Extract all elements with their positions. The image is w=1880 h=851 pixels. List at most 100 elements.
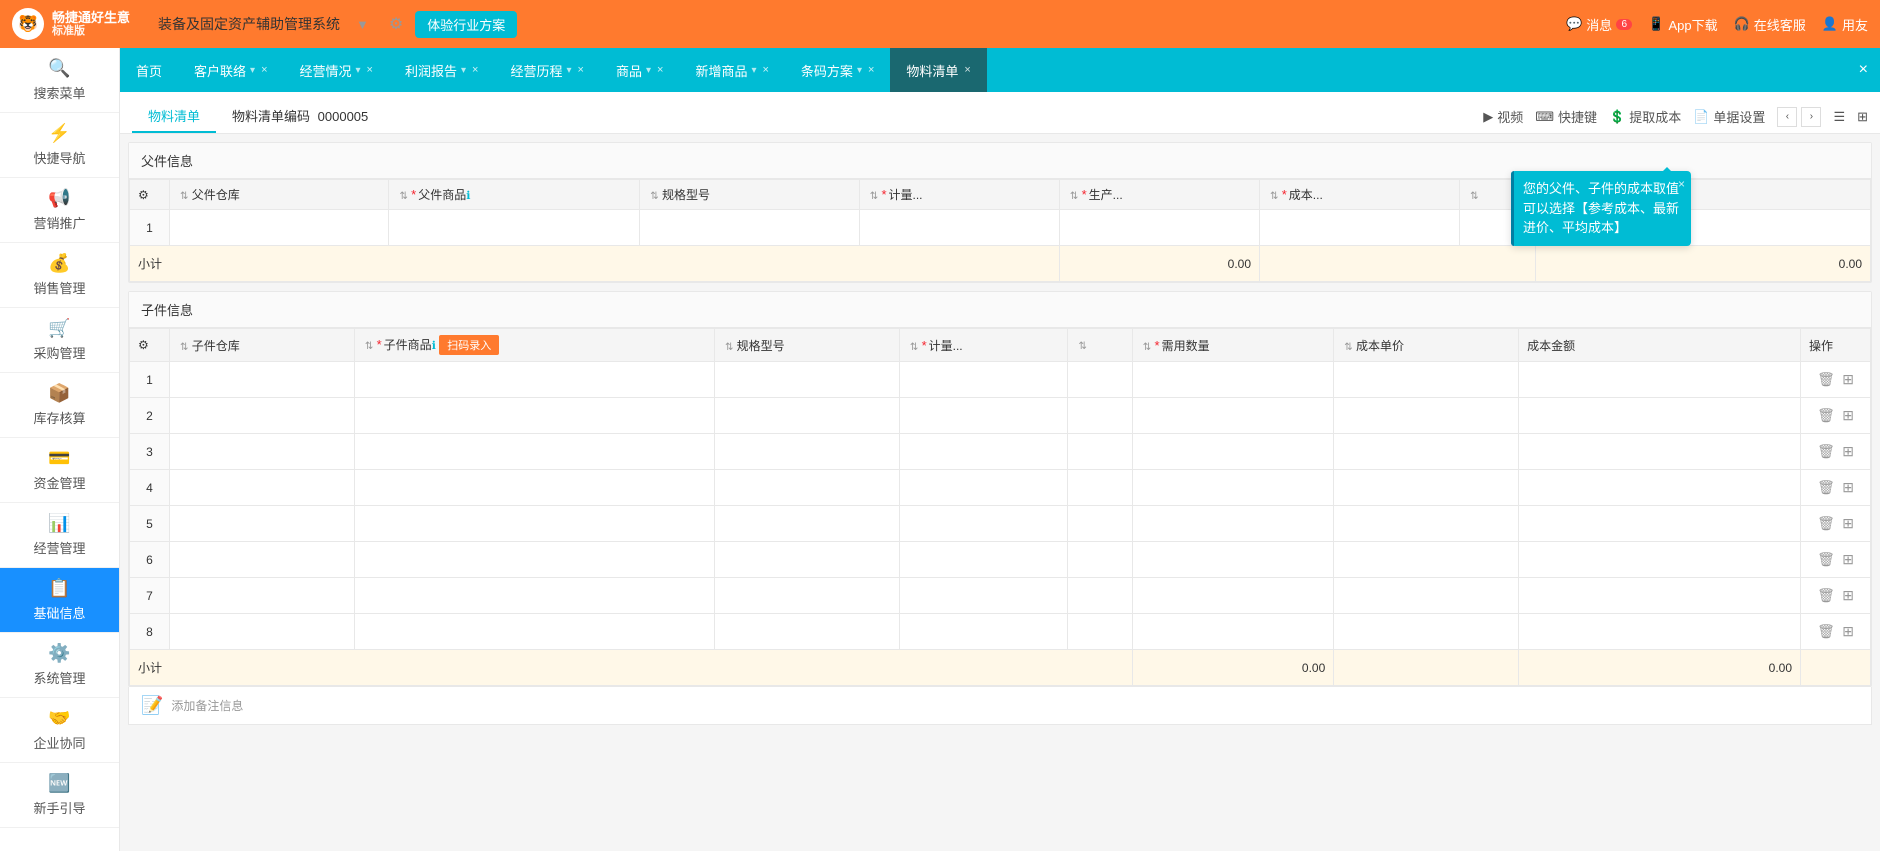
child-th-settings[interactable]: ⚙: [130, 329, 170, 362]
child-unit[interactable]: [899, 362, 1068, 398]
tab-close-icon[interactable]: ×: [578, 64, 584, 76]
th-settings[interactable]: ⚙: [130, 180, 170, 210]
tab-home[interactable]: 首页: [120, 48, 178, 92]
purchase-icon: 🛒: [48, 318, 70, 339]
sidebar-item-system[interactable]: ⚙️ 系统管理: [0, 633, 119, 698]
child-spec[interactable]: [714, 398, 899, 434]
parent-cost-cell[interactable]: [1260, 210, 1460, 246]
menu-view-action[interactable]: ☰: [1833, 109, 1845, 125]
delete-icon[interactable]: 🗑: [1817, 587, 1835, 603]
copy-icon[interactable]: ⊞: [1842, 623, 1854, 639]
delete-icon[interactable]: 🗑: [1817, 407, 1835, 423]
tab-new-goods[interactable]: 新增商品 ▾ ×: [679, 48, 784, 92]
child-warehouse[interactable]: [170, 398, 355, 434]
next-btn[interactable]: ›: [1801, 107, 1821, 127]
child-actions: 🗑 ⊞: [1801, 398, 1871, 434]
sidebar-item-search[interactable]: 🔍 搜索菜单: [0, 48, 119, 113]
tab-close-icon[interactable]: ×: [868, 64, 874, 76]
settings-icon: 📄: [1693, 109, 1709, 125]
window-close-btn[interactable]: ×: [1847, 61, 1880, 79]
copy-icon[interactable]: ⊞: [1842, 515, 1854, 531]
sidebar-item-quick-nav[interactable]: ⚡ 快捷导航: [0, 113, 119, 178]
delete-icon[interactable]: 🗑: [1817, 479, 1835, 495]
tooltip-close-btn[interactable]: ×: [1678, 175, 1685, 193]
online-service-btn[interactable]: 🎧 在线客服: [1734, 15, 1806, 34]
child-unit-cost[interactable]: [1334, 362, 1519, 398]
delete-icon[interactable]: 🗑: [1817, 551, 1835, 567]
sidebar-item-ops[interactable]: 📊 经营管理: [0, 503, 119, 568]
sidebar-item-sales[interactable]: 💰 销售管理: [0, 243, 119, 308]
scan-btn[interactable]: 扫码录入: [439, 335, 499, 355]
child-spec[interactable]: [714, 362, 899, 398]
tab-history[interactable]: 经营历程 ▾ ×: [494, 48, 599, 92]
tab-close-icon[interactable]: ×: [261, 64, 267, 76]
dropdown-icon[interactable]: ▼: [356, 17, 369, 32]
delete-icon[interactable]: 🗑: [1817, 515, 1835, 531]
bottom-add-text[interactable]: 添加备注信息: [171, 697, 243, 714]
sidebar-item-guide[interactable]: 🆕 新手引导: [0, 763, 119, 828]
delete-icon[interactable]: 🗑: [1817, 371, 1835, 387]
child-th-unit-cost: ⇅ 成本单价: [1334, 329, 1519, 362]
get-cost-action[interactable]: 💲 提取成本: [1609, 107, 1681, 126]
copy-icon[interactable]: ⊞: [1842, 587, 1854, 603]
prev-btn[interactable]: ‹: [1777, 107, 1797, 127]
child-unit-cost[interactable]: [1334, 398, 1519, 434]
sidebar-item-enterprise[interactable]: 🤝 企业协同: [0, 698, 119, 763]
copy-icon[interactable]: ⊞: [1842, 551, 1854, 567]
tab-customer[interactable]: 客户联络 ▾ ×: [178, 48, 283, 92]
th-parent-goods: ⇅ *父件商品ℹ: [389, 180, 640, 210]
copy-icon[interactable]: ⊞: [1842, 443, 1854, 459]
delete-icon[interactable]: 🗑: [1817, 443, 1835, 459]
settings-icon[interactable]: ⚙: [389, 14, 403, 34]
parent-unit-cell[interactable]: [859, 210, 1059, 246]
tab-barcode[interactable]: 条码方案 ▾ ×: [785, 48, 890, 92]
page-content: 物料清单 物料清单编码 0000005 ▶ 视频 ⌨ 快捷键 💲: [120, 92, 1880, 851]
tab-close-icon[interactable]: ×: [367, 64, 373, 76]
sidebar-item-purchase[interactable]: 🛒 采购管理: [0, 308, 119, 373]
messages-btn[interactable]: 💬 消息 6: [1566, 15, 1632, 34]
copy-icon[interactable]: ⊞: [1842, 407, 1854, 423]
child-extra[interactable]: [1068, 398, 1132, 434]
child-goods[interactable]: [354, 398, 714, 434]
sidebar-item-finance[interactable]: 💳 资金管理: [0, 438, 119, 503]
tooltip-text: 您的父件、子件的成本取值可以选择【参考成本、最新进价、平均成本】: [1523, 181, 1679, 235]
sidebar-item-inventory[interactable]: 📦 库存核算: [0, 373, 119, 438]
child-unit[interactable]: [899, 398, 1068, 434]
grid-view-action[interactable]: ⊞: [1857, 109, 1868, 125]
copy-icon[interactable]: ⊞: [1842, 479, 1854, 495]
child-warehouse[interactable]: [170, 362, 355, 398]
tab-close-icon[interactable]: ×: [657, 64, 663, 76]
single-settings-action[interactable]: 📄 单据设置: [1693, 107, 1765, 126]
copy-icon[interactable]: ⊞: [1842, 371, 1854, 387]
parent-goods-cell[interactable]: [389, 210, 640, 246]
tab-close-icon[interactable]: ×: [762, 64, 768, 76]
video-action[interactable]: ▶ 视频: [1483, 107, 1523, 126]
th-parent-warehouse: ⇅ 父件仓库: [170, 180, 389, 210]
child-extra[interactable]: [1068, 362, 1132, 398]
sub-tab-bom-list[interactable]: 物料清单: [132, 100, 216, 133]
child-th-qty: ⇅ *需用数量: [1132, 329, 1334, 362]
parent-production-cell[interactable]: [1059, 210, 1259, 246]
trial-button[interactable]: 体验行业方案: [415, 11, 517, 38]
tab-operations[interactable]: 经营情况 ▾ ×: [284, 48, 389, 92]
row-num: 6: [130, 542, 170, 578]
parent-spec-cell[interactable]: [640, 210, 859, 246]
row-num: 1: [130, 362, 170, 398]
app-download-btn[interactable]: 📱 App下载: [1648, 15, 1717, 34]
tab-profit[interactable]: 利润报告 ▾ ×: [389, 48, 494, 92]
tab-close-icon[interactable]: ×: [964, 64, 970, 76]
shortcut-action[interactable]: ⌨ 快捷键: [1535, 107, 1597, 126]
tab-goods[interactable]: 商品 ▾ ×: [600, 48, 679, 92]
sidebar-item-basic[interactable]: 📋 基础信息: [0, 568, 119, 633]
child-qty[interactable]: [1132, 398, 1334, 434]
delete-icon[interactable]: 🗑: [1817, 623, 1835, 639]
tab-close-icon[interactable]: ×: [472, 64, 478, 76]
user-menu[interactable]: 👤 用友: [1822, 15, 1868, 34]
message-icon: 💬: [1566, 16, 1582, 32]
sidebar-item-marketing[interactable]: 📢 营销推广: [0, 178, 119, 243]
child-qty[interactable]: [1132, 362, 1334, 398]
messages-badge: 6: [1616, 19, 1632, 30]
tab-bom[interactable]: 物料清单 ×: [890, 48, 986, 92]
child-goods[interactable]: [354, 362, 714, 398]
parent-warehouse-cell[interactable]: [170, 210, 389, 246]
